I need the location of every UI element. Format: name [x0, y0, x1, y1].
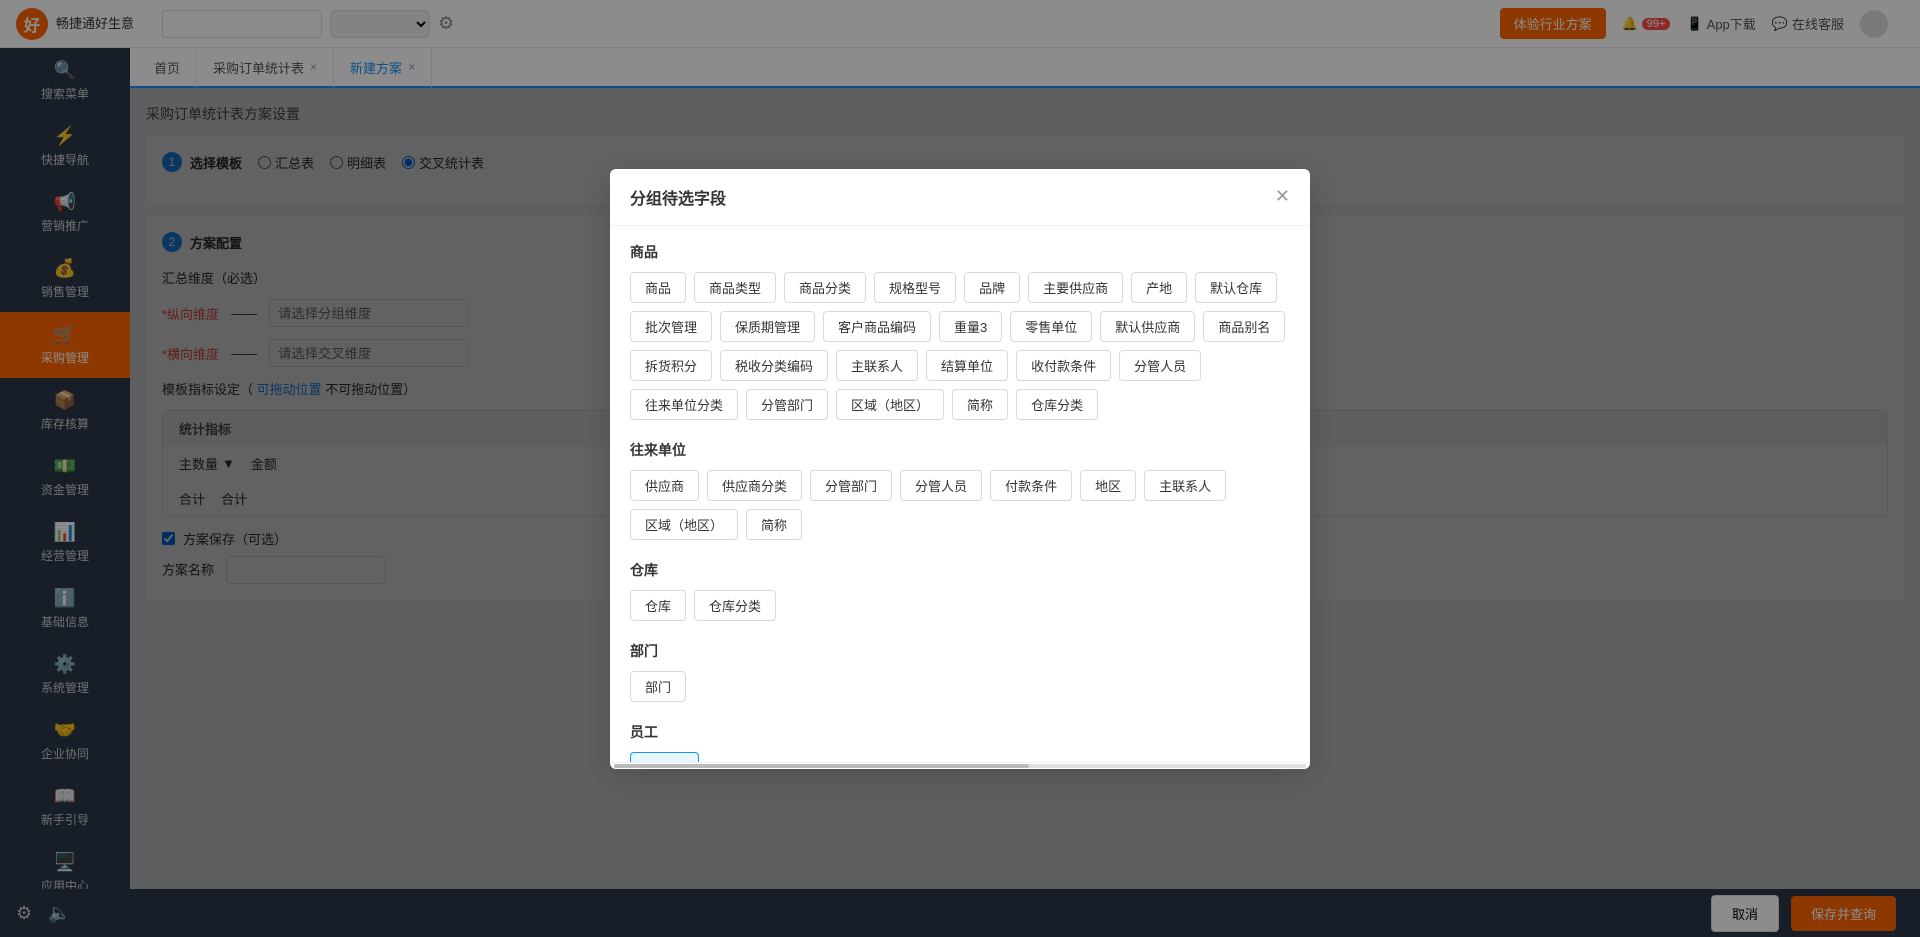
- field-group-employee: 员工 业务员: [630, 722, 1290, 763]
- field-tags-dept: 部门: [630, 671, 1290, 702]
- field-tag-partner-payment[interactable]: 付款条件: [990, 470, 1072, 501]
- field-tag-goods-expiry[interactable]: 保质期管理: [720, 311, 815, 342]
- field-tag-goods-warehouse-category[interactable]: 仓库分类: [1016, 389, 1098, 420]
- field-tag-dept[interactable]: 部门: [630, 671, 686, 702]
- field-tag-goods-category[interactable]: 商品分类: [784, 272, 866, 303]
- field-tag-goods-type[interactable]: 商品类型: [694, 272, 776, 303]
- modal: 分组待选字段 ✕ 商品 商品 商品类型 商品分类 规格型号 品牌 主要供应商 产…: [610, 169, 1310, 769]
- field-tag-goods-brand[interactable]: 品牌: [964, 272, 1020, 303]
- field-tag-salesperson[interactable]: 业务员: [630, 752, 699, 763]
- field-tags-goods: 商品 商品类型 商品分类 规格型号 品牌 主要供应商 产地 默认仓库 批次管理 …: [630, 272, 1290, 420]
- field-group-partner: 往来单位 供应商 供应商分类 分管部门 分管人员 付款条件 地区 主联系人 区域…: [630, 440, 1290, 540]
- field-tag-goods-default-warehouse[interactable]: 默认仓库: [1195, 272, 1277, 303]
- field-tag-goods-default-supplier[interactable]: 默认供应商: [1100, 311, 1195, 342]
- field-tag-partner-shortname[interactable]: 简称: [746, 509, 802, 540]
- field-group-goods: 商品 商品 商品类型 商品分类 规格型号 品牌 主要供应商 产地 默认仓库 批次…: [630, 242, 1290, 420]
- field-tag-partner-dept[interactable]: 分管部门: [810, 470, 892, 501]
- field-tag-partner-contact[interactable]: 主联系人: [1144, 470, 1226, 501]
- field-tag-goods-origin[interactable]: 产地: [1131, 272, 1187, 303]
- field-tag-partner-region[interactable]: 地区: [1080, 470, 1136, 501]
- field-tag-partner-area[interactable]: 区域（地区）: [630, 509, 738, 540]
- field-tag-goods-tax-code[interactable]: 税收分类编码: [720, 350, 828, 381]
- modal-header: 分组待选字段 ✕: [610, 169, 1310, 226]
- field-tag-supplier[interactable]: 供应商: [630, 470, 699, 501]
- modal-overlay: 分组待选字段 ✕ 商品 商品 商品类型 商品分类 规格型号 品牌 主要供应商 产…: [0, 0, 1920, 937]
- modal-hscroll[interactable]: [610, 762, 1310, 768]
- field-tag-supplier-category[interactable]: 供应商分类: [707, 470, 802, 501]
- field-tag-goods-retail-unit[interactable]: 零售单位: [1010, 311, 1092, 342]
- field-group-dept-title: 部门: [630, 641, 1290, 661]
- field-group-warehouse-title: 仓库: [630, 560, 1290, 580]
- modal-title: 分组待选字段: [630, 185, 726, 209]
- field-tag-goods-shortname[interactable]: 简称: [952, 389, 1008, 420]
- field-tag-goods-alias[interactable]: 商品别名: [1203, 311, 1285, 342]
- field-tags-employee: 业务员: [630, 752, 1290, 763]
- field-tag-goods-dept[interactable]: 分管部门: [746, 389, 828, 420]
- field-tag-goods-main-supplier[interactable]: 主要供应商: [1028, 272, 1123, 303]
- field-tag-goods-contact[interactable]: 主联系人: [836, 350, 918, 381]
- field-tags-partner: 供应商 供应商分类 分管部门 分管人员 付款条件 地区 主联系人 区域（地区） …: [630, 470, 1290, 540]
- field-tags-warehouse: 仓库 仓库分类: [630, 590, 1290, 621]
- field-tag-goods-weight[interactable]: 重量3: [939, 311, 1002, 342]
- field-tag-goods-points[interactable]: 拆货积分: [630, 350, 712, 381]
- field-tag-goods-manager[interactable]: 分管人员: [1119, 350, 1201, 381]
- field-tag-warehouse-category[interactable]: 仓库分类: [694, 590, 776, 621]
- field-tag-goods-batch[interactable]: 批次管理: [630, 311, 712, 342]
- field-tag-goods[interactable]: 商品: [630, 272, 686, 303]
- field-group-employee-title: 员工: [630, 722, 1290, 742]
- field-tag-goods-payment[interactable]: 收付款条件: [1016, 350, 1111, 381]
- field-group-warehouse: 仓库 仓库 仓库分类: [630, 560, 1290, 621]
- field-tag-warehouse[interactable]: 仓库: [630, 590, 686, 621]
- field-group-partner-title: 往来单位: [630, 440, 1290, 460]
- modal-close-button[interactable]: ✕: [1275, 186, 1290, 207]
- field-tag-goods-region[interactable]: 区域（地区）: [836, 389, 944, 420]
- field-tag-goods-partner-category[interactable]: 往来单位分类: [630, 389, 738, 420]
- field-tag-goods-settle-unit[interactable]: 结算单位: [926, 350, 1008, 381]
- field-tag-partner-manager[interactable]: 分管人员: [900, 470, 982, 501]
- field-group-goods-title: 商品: [630, 242, 1290, 262]
- modal-body[interactable]: 商品 商品 商品类型 商品分类 规格型号 品牌 主要供应商 产地 默认仓库 批次…: [610, 226, 1310, 763]
- field-group-dept: 部门 部门: [630, 641, 1290, 702]
- field-tag-goods-customer-code[interactable]: 客户商品编码: [823, 311, 931, 342]
- field-tag-goods-spec[interactable]: 规格型号: [874, 272, 956, 303]
